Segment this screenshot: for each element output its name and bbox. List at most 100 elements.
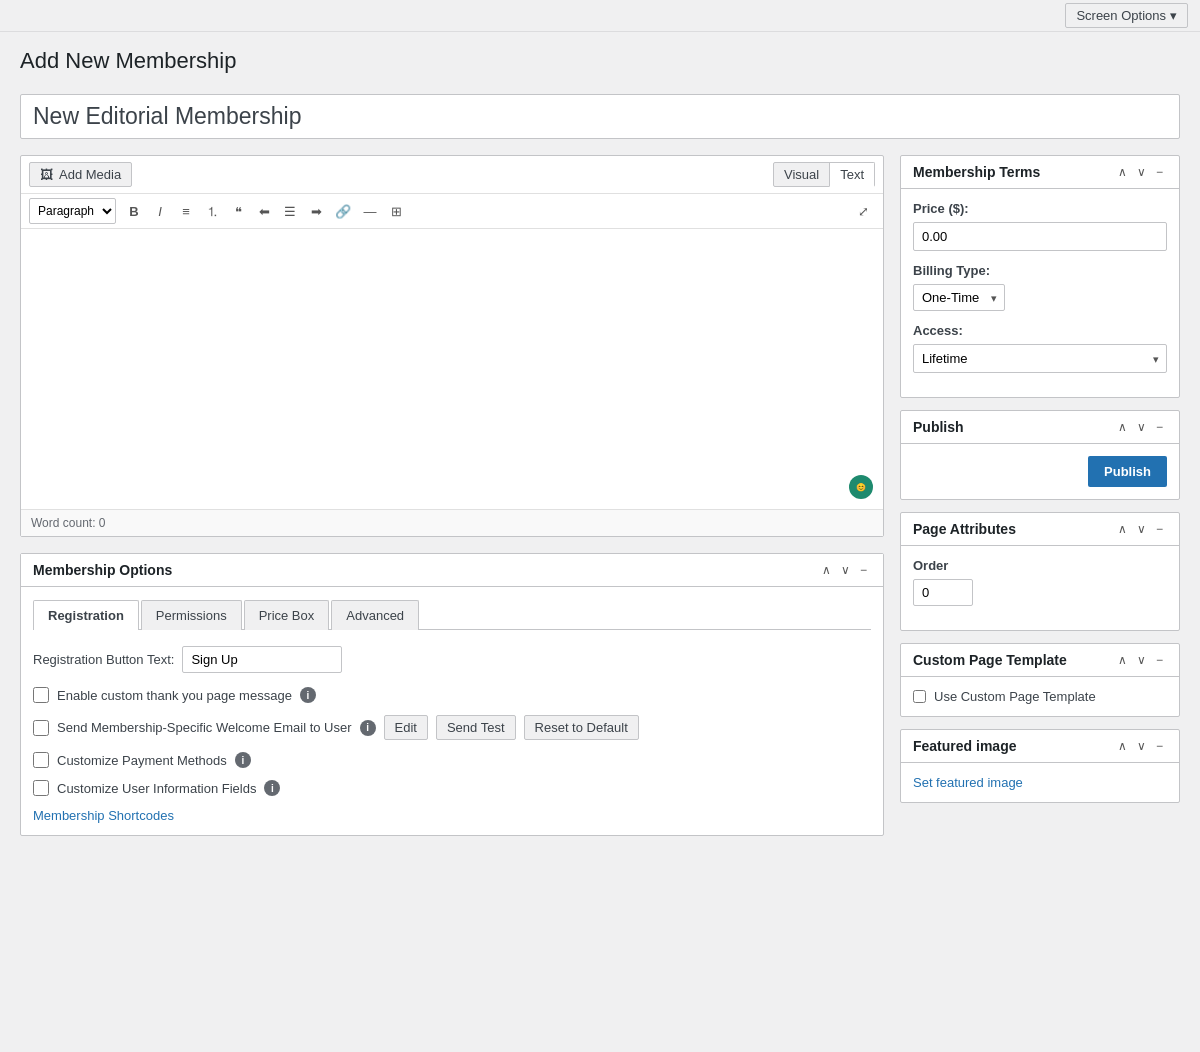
- order-input[interactable]: [913, 579, 973, 606]
- svg-text:😊: 😊: [856, 482, 866, 492]
- screen-options-button[interactable]: Screen Options ▾: [1065, 3, 1188, 28]
- table-button[interactable]: ⊞: [384, 198, 408, 224]
- customize-user-info-checkbox[interactable]: [33, 780, 49, 796]
- metabox-down-button[interactable]: ∨: [837, 562, 854, 578]
- billing-type-field-group: Billing Type: One-Time Recurring: [913, 263, 1167, 311]
- page-title: Add New Membership: [20, 48, 1180, 74]
- customize-payment-checkbox[interactable]: [33, 752, 49, 768]
- membership-terms-down-btn[interactable]: ∨: [1133, 164, 1150, 180]
- italic-button[interactable]: I: [148, 198, 172, 224]
- page-attributes-title: Page Attributes: [913, 521, 1016, 537]
- publish-title: Publish: [913, 419, 964, 435]
- link-button[interactable]: 🔗: [330, 198, 356, 224]
- edit-email-button[interactable]: Edit: [384, 715, 428, 740]
- custom-template-down-btn[interactable]: ∨: [1133, 652, 1150, 668]
- reg-button-text-input[interactable]: [182, 646, 342, 673]
- featured-image-down-btn[interactable]: ∨: [1133, 738, 1150, 754]
- metabox-up-button[interactable]: ∧: [818, 562, 835, 578]
- membership-terms-controls: ∧ ∨ −: [1114, 164, 1167, 180]
- screen-options-label: Screen Options: [1076, 8, 1166, 23]
- featured-image-controls: ∧ ∨ −: [1114, 738, 1167, 754]
- customize-user-info-icon[interactable]: i: [264, 780, 280, 796]
- order-label: Order: [913, 558, 1167, 573]
- send-test-button[interactable]: Send Test: [436, 715, 516, 740]
- billing-type-label: Billing Type:: [913, 263, 1167, 278]
- access-select[interactable]: Lifetime Limited: [913, 344, 1167, 373]
- enable-thank-you-row: Enable custom thank you page message i: [33, 687, 871, 703]
- set-featured-image-link[interactable]: Set featured image: [913, 775, 1023, 790]
- enable-thank-you-checkbox[interactable]: [33, 687, 49, 703]
- send-welcome-email-row: Send Membership-Specific Welcome Email t…: [33, 715, 871, 740]
- text-tab[interactable]: Text: [829, 162, 875, 187]
- customize-user-info-label: Customize User Information Fields: [57, 781, 256, 796]
- price-field-group: Price ($):: [913, 201, 1167, 251]
- membership-shortcodes-link[interactable]: Membership Shortcodes: [33, 808, 174, 823]
- horizontal-rule-button[interactable]: —: [358, 198, 382, 224]
- reset-to-default-button[interactable]: Reset to Default: [524, 715, 639, 740]
- content-layout: 🖼 Add Media Visual Text Paragraph Headin…: [20, 155, 1180, 836]
- billing-type-select[interactable]: One-Time Recurring: [913, 284, 1005, 311]
- emoji-picker-button[interactable]: 😊: [849, 475, 873, 499]
- right-column: Membership Terms ∧ ∨ − Price ($): Billin…: [900, 155, 1180, 803]
- order-field-group: Order: [913, 558, 1167, 606]
- featured-image-header: Featured image ∧ ∨ −: [901, 730, 1179, 763]
- custom-template-checkbox[interactable]: [913, 690, 926, 703]
- editor-formatting-toolbar: Paragraph Heading 1 Heading 2 B I ≡ ⒈ ❝ …: [21, 194, 883, 229]
- metabox-collapse-button[interactable]: −: [856, 562, 871, 578]
- custom-template-up-btn[interactable]: ∧: [1114, 652, 1131, 668]
- customize-user-info-row: Customize User Information Fields i: [33, 780, 871, 796]
- publish-header: Publish ∧ ∨ −: [901, 411, 1179, 444]
- add-media-button[interactable]: 🖼 Add Media: [29, 162, 132, 187]
- membership-terms-title: Membership Terms: [913, 164, 1040, 180]
- send-welcome-email-checkbox[interactable]: [33, 720, 49, 736]
- editor-footer: Word count: 0: [21, 509, 883, 536]
- page-attributes-collapse-btn[interactable]: −: [1152, 521, 1167, 537]
- unordered-list-button[interactable]: ≡: [174, 198, 198, 224]
- featured-image-collapse-btn[interactable]: −: [1152, 738, 1167, 754]
- tab-price-box[interactable]: Price Box: [244, 600, 330, 630]
- publish-body: Publish: [901, 444, 1179, 499]
- page-attributes-up-btn[interactable]: ∧: [1114, 521, 1131, 537]
- page-attributes-down-btn[interactable]: ∨: [1133, 521, 1150, 537]
- fullscreen-button[interactable]: ⤢: [851, 198, 875, 224]
- tab-permissions[interactable]: Permissions: [141, 600, 242, 630]
- price-input[interactable]: [913, 222, 1167, 251]
- paragraph-select[interactable]: Paragraph Heading 1 Heading 2: [29, 198, 116, 224]
- featured-image-up-btn[interactable]: ∧: [1114, 738, 1131, 754]
- blockquote-button[interactable]: ❝: [226, 198, 250, 224]
- registration-tab-content: Registration Button Text: Enable custom …: [33, 646, 871, 823]
- align-right-button[interactable]: ➡: [304, 198, 328, 224]
- membership-terms-up-btn[interactable]: ∧: [1114, 164, 1131, 180]
- custom-template-collapse-btn[interactable]: −: [1152, 652, 1167, 668]
- tab-registration[interactable]: Registration: [33, 600, 139, 630]
- publish-controls: ∧ ∨ −: [1114, 419, 1167, 435]
- membership-terms-metabox: Membership Terms ∧ ∨ − Price ($): Billin…: [900, 155, 1180, 398]
- send-welcome-email-info-icon[interactable]: i: [360, 720, 376, 736]
- editor-content-area[interactable]: 😊: [21, 229, 883, 509]
- post-title-input[interactable]: [20, 94, 1180, 139]
- visual-tab[interactable]: Visual: [773, 162, 830, 187]
- align-left-button[interactable]: ⬅: [252, 198, 276, 224]
- publish-down-btn[interactable]: ∨: [1133, 419, 1150, 435]
- billing-type-select-wrapper: One-Time Recurring: [913, 284, 1005, 311]
- enable-thank-you-info-icon[interactable]: i: [300, 687, 316, 703]
- publish-up-btn[interactable]: ∧: [1114, 419, 1131, 435]
- access-label: Access:: [913, 323, 1167, 338]
- publish-metabox: Publish ∧ ∨ − Publish: [900, 410, 1180, 500]
- tab-advanced[interactable]: Advanced: [331, 600, 419, 630]
- top-bar: Screen Options ▾: [0, 0, 1200, 32]
- publish-button[interactable]: Publish: [1088, 456, 1167, 487]
- customize-payment-info-icon[interactable]: i: [235, 752, 251, 768]
- membership-terms-collapse-btn[interactable]: −: [1152, 164, 1167, 180]
- page-attributes-controls: ∧ ∨ −: [1114, 521, 1167, 537]
- publish-collapse-btn[interactable]: −: [1152, 419, 1167, 435]
- bold-button[interactable]: B: [122, 198, 146, 224]
- membership-options-body: Registration Permissions Price Box Advan…: [21, 587, 883, 835]
- enable-thank-you-label: Enable custom thank you page message: [57, 688, 292, 703]
- featured-image-title: Featured image: [913, 738, 1016, 754]
- customize-payment-row: Customize Payment Methods i: [33, 752, 871, 768]
- page-wrap: Add New Membership 🖼 Add Media Visual Te…: [0, 32, 1200, 852]
- align-center-button[interactable]: ☰: [278, 198, 302, 224]
- shortcodes-link-row: Membership Shortcodes: [33, 808, 871, 823]
- ordered-list-button[interactable]: ⒈: [200, 198, 224, 224]
